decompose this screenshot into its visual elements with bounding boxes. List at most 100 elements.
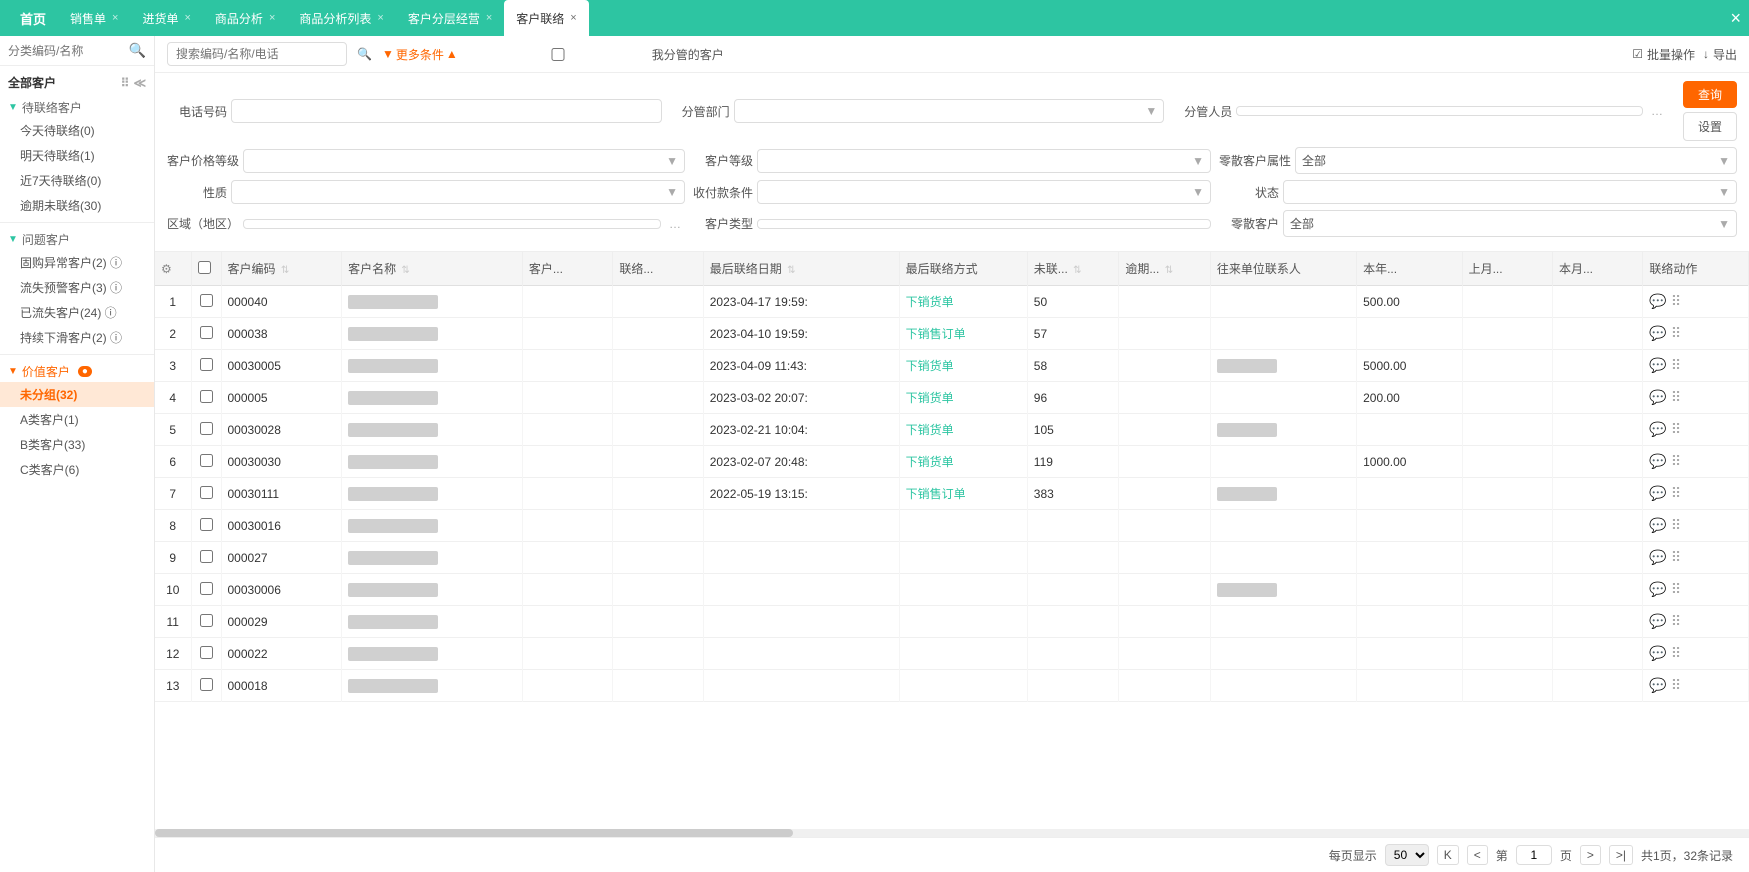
grid-action-icon[interactable]: ⠿ — [1671, 293, 1681, 310]
grid-action-icon[interactable]: ⠿ — [1671, 357, 1681, 374]
filter-select-region[interactable] — [243, 219, 661, 229]
th-name[interactable]: 客户名称 ⇅ — [342, 252, 523, 286]
last-page-btn[interactable]: >| — [1609, 845, 1633, 865]
chat-icon[interactable]: 💬 — [1649, 421, 1666, 438]
chat-icon[interactable]: 💬 — [1649, 293, 1666, 310]
filter-select-dept[interactable]: ▼ — [734, 99, 1165, 123]
export-btn[interactable]: ↓ 导出 — [1703, 46, 1737, 63]
more-conditions-btn[interactable]: ▼ 更多条件 ▲ — [382, 46, 458, 63]
sidebar-group-pending-contact[interactable]: ▼ 待联络客户 — [0, 95, 154, 118]
sidebar-item-continuous-decline[interactable]: 持续下滑客户(2) ⓘ — [0, 325, 154, 350]
grid-action-icon[interactable]: ⠿ — [1671, 485, 1681, 502]
chat-icon[interactable]: 💬 — [1649, 613, 1666, 630]
th-overdue[interactable]: 逾期... ⇅ — [1119, 252, 1211, 286]
filter-select-status[interactable]: ▼ — [1283, 180, 1737, 204]
th-last-month[interactable]: 上月... — [1462, 252, 1552, 286]
row-checkbox[interactable] — [200, 646, 213, 659]
chat-icon[interactable]: 💬 — [1649, 485, 1666, 502]
chat-icon[interactable]: 💬 — [1649, 645, 1666, 662]
sidebar-item-7days[interactable]: 近7天待联络(0) — [0, 168, 154, 193]
grid-action-icon[interactable]: ⠿ — [1671, 613, 1681, 630]
filter-select-scatter-customer[interactable]: 全部 ▼ — [1283, 210, 1737, 237]
cell-check[interactable] — [191, 414, 221, 446]
close-customer-contact-tab[interactable]: × — [570, 12, 576, 24]
sidebar-item-churn-risk[interactable]: 流失预警客户(3) ⓘ — [0, 275, 154, 300]
close-product-analysis-list-tab[interactable]: × — [377, 12, 383, 24]
query-button[interactable]: 查询 — [1683, 81, 1737, 108]
horizontal-scrollbar[interactable] — [155, 829, 1749, 837]
sidebar-item-unclassified[interactable]: 未分组(32) — [0, 382, 154, 407]
cell-check[interactable] — [191, 446, 221, 478]
cell-check[interactable] — [191, 670, 221, 702]
tab-sales[interactable]: 销售单 × — [58, 0, 130, 36]
chat-icon[interactable]: 💬 — [1649, 453, 1666, 470]
first-page-btn[interactable]: K — [1437, 845, 1459, 865]
search-input[interactable] — [167, 42, 347, 66]
tab-purchase[interactable]: 进货单 × — [130, 0, 202, 36]
grid-action-icon[interactable]: ⠿ — [1671, 421, 1681, 438]
cell-check[interactable] — [191, 542, 221, 574]
cell-check[interactable] — [191, 478, 221, 510]
method-link[interactable]: 下销售订单 — [906, 327, 966, 341]
cell-check[interactable] — [191, 318, 221, 350]
close-product-analysis-tab[interactable]: × — [269, 12, 275, 24]
tab-customer-contact[interactable]: 客户联络 × — [504, 0, 588, 36]
sidebar-item-overdue[interactable]: 逾期未联络(30) — [0, 193, 154, 218]
tab-customer-segment[interactable]: 客户分层经营 × — [396, 0, 504, 36]
close-all-btn[interactable]: × — [1730, 8, 1741, 29]
row-checkbox[interactable] — [200, 518, 213, 531]
row-checkbox[interactable] — [200, 678, 213, 691]
batch-operation-btn[interactable]: ☑ 批量操作 — [1632, 46, 1695, 63]
grid-action-icon[interactable]: ⠿ — [1671, 581, 1681, 598]
method-link[interactable]: 下销货单 — [906, 391, 954, 405]
sidebar-all-customers[interactable]: 全部客户 ⠿ ≪ — [0, 66, 154, 95]
sidebar-search-input[interactable] — [8, 44, 129, 58]
filter-select-payment-terms[interactable]: ▼ — [757, 180, 1211, 204]
row-checkbox[interactable] — [200, 390, 213, 403]
chat-icon[interactable]: 💬 — [1649, 549, 1666, 566]
row-checkbox[interactable] — [200, 614, 213, 627]
sidebar-group-problem-customers[interactable]: ▼ 问题客户 — [0, 227, 154, 250]
row-checkbox[interactable] — [200, 326, 213, 339]
filter-select-scatter-attr[interactable]: 全部 ▼ — [1295, 147, 1737, 174]
close-sales-tab[interactable]: × — [112, 12, 118, 24]
chat-icon[interactable]: 💬 — [1649, 325, 1666, 342]
reset-button[interactable]: 设置 — [1683, 112, 1737, 141]
sidebar-item-today[interactable]: 今天待联络(0) — [0, 118, 154, 143]
region-ellipsis-btn[interactable]: … — [665, 217, 685, 231]
th-last-contact-method[interactable]: 最后联络方式 — [899, 252, 1027, 286]
my-customers-checkbox-label[interactable]: 我分管的客户 — [468, 46, 724, 63]
row-checkbox[interactable] — [200, 486, 213, 499]
grid-action-icon[interactable]: ⠿ — [1671, 645, 1681, 662]
th-contact-person[interactable]: 往来单位联系人 — [1210, 252, 1356, 286]
filter-input-phone[interactable] — [231, 99, 662, 123]
cell-check[interactable] — [191, 574, 221, 606]
chat-icon[interactable]: 💬 — [1649, 517, 1666, 534]
th-gear[interactable]: ⚙ — [155, 252, 191, 286]
th-code[interactable]: 客户编码 ⇅ — [221, 252, 342, 286]
cell-check[interactable] — [191, 606, 221, 638]
prev-page-btn[interactable]: < — [1467, 845, 1488, 865]
method-link[interactable]: 下销货单 — [906, 295, 954, 309]
cell-check[interactable] — [191, 382, 221, 414]
chat-icon[interactable]: 💬 — [1649, 581, 1666, 598]
scrollbar-thumb[interactable] — [155, 829, 793, 837]
chat-icon[interactable]: 💬 — [1649, 389, 1666, 406]
chat-icon[interactable]: 💬 — [1649, 677, 1666, 694]
th-this-year[interactable]: 本年... — [1357, 252, 1462, 286]
grid-action-icon[interactable]: ⠿ — [1671, 389, 1681, 406]
cell-check[interactable] — [191, 350, 221, 382]
tab-product-analysis-list[interactable]: 商品分析列表 × — [287, 0, 395, 36]
filter-select-person[interactable] — [1236, 106, 1643, 116]
th-uncontacted[interactable]: 未联... ⇅ — [1027, 252, 1119, 286]
gear-icon[interactable]: ⚙ — [161, 262, 172, 276]
sidebar-item-group-a[interactable]: A类客户(1) — [0, 407, 154, 432]
method-link[interactable]: 下销货单 — [906, 423, 954, 437]
method-link[interactable]: 下销售订单 — [906, 487, 966, 501]
cell-check[interactable] — [191, 510, 221, 542]
th-check[interactable] — [191, 252, 221, 286]
sidebar-item-lost[interactable]: 已流失客户(24) ⓘ — [0, 300, 154, 325]
filter-select-customer-type[interactable] — [757, 219, 1211, 229]
sidebar-item-abnormal-purchase[interactable]: 固购异常客户(2) ⓘ — [0, 250, 154, 275]
tab-home[interactable]: 首页 — [8, 0, 58, 36]
